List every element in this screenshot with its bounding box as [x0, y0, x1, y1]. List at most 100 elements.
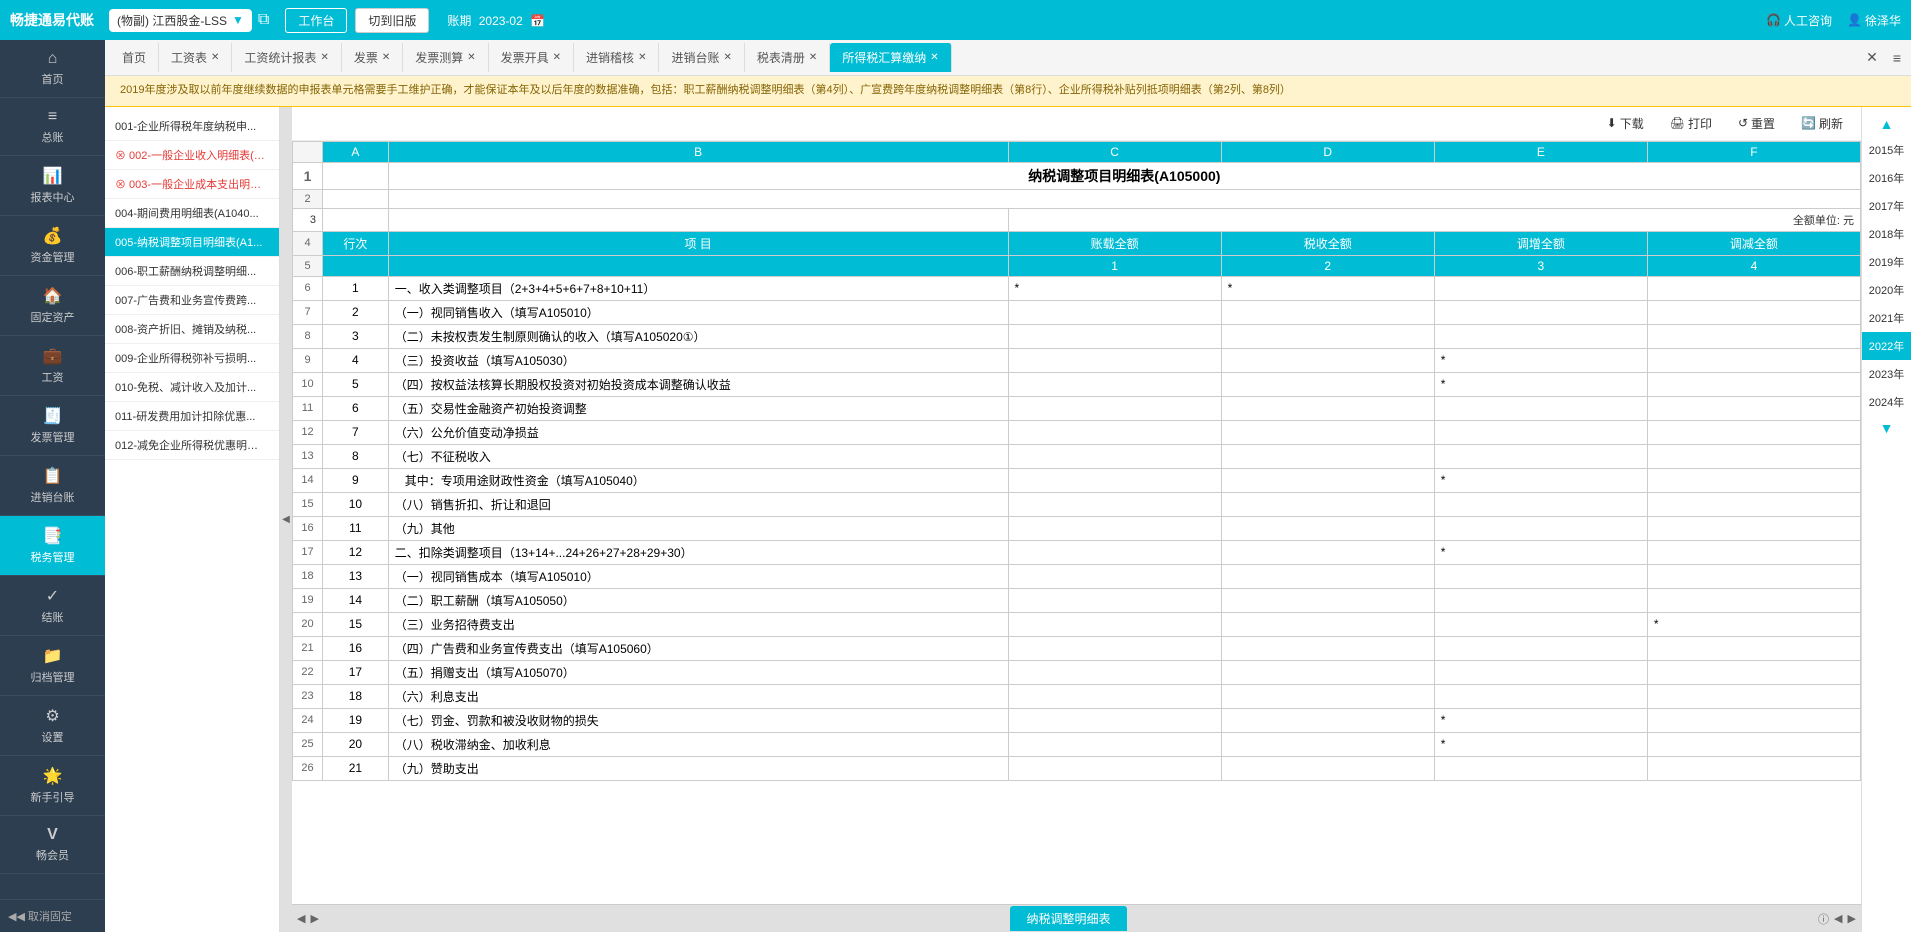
year-2022[interactable]: 2022年 — [1862, 332, 1911, 360]
cell-26d[interactable] — [1221, 756, 1434, 780]
cell-14b[interactable]: 其中：专项用途财政性资金（填写A105040） — [388, 468, 1008, 492]
cell-14c[interactable] — [1008, 468, 1221, 492]
cell-26f[interactable] — [1647, 756, 1860, 780]
cell-16c[interactable] — [1008, 516, 1221, 540]
sidebar-item-home[interactable]: ⌂ 首页 — [0, 40, 105, 98]
workbench-button[interactable]: 工作台 — [285, 8, 347, 33]
sidebar-item-invoice[interactable]: 🧾 发票管理 — [0, 396, 105, 456]
tab-purchase-ledger[interactable]: 进销台账 ✕ — [659, 43, 744, 72]
list-item-012[interactable]: 012-减免企业所得税优惠明细(... — [105, 431, 279, 460]
cell-6e[interactable] — [1434, 276, 1647, 300]
tab-close-invoice-issue[interactable]: ✕ — [553, 52, 561, 63]
list-item-001[interactable]: 001-企业所得税年度纳税申... — [105, 112, 279, 141]
tab-menu-icon[interactable]: ≡ — [1888, 48, 1906, 68]
sheet-nav-left[interactable]: ◀ — [1834, 912, 1842, 925]
cell-8e[interactable] — [1434, 324, 1647, 348]
sidebar-item-funds[interactable]: 💰 资金管理 — [0, 216, 105, 276]
tab-close-invoice[interactable]: ✕ — [382, 52, 390, 63]
cell-26b[interactable]: （九）赞助支出 — [388, 756, 1008, 780]
cell-6d[interactable]: * — [1221, 276, 1434, 300]
cell-14a[interactable]: 9 — [323, 468, 389, 492]
cell-21f[interactable] — [1647, 636, 1860, 660]
print-button[interactable]: 🖨 打印 — [1662, 112, 1720, 135]
tab-close-all-icon[interactable]: ✕ — [1861, 47, 1883, 68]
cell-6c[interactable]: * — [1008, 276, 1221, 300]
cell-9d[interactable] — [1221, 348, 1434, 372]
cell-22d[interactable] — [1221, 660, 1434, 684]
cell-20d[interactable] — [1221, 612, 1434, 636]
tab-home[interactable]: 首页 — [110, 43, 159, 72]
year-2023[interactable]: 2023年 — [1862, 360, 1911, 388]
cell-8f[interactable] — [1647, 324, 1860, 348]
cell-6f[interactable] — [1647, 276, 1860, 300]
cell-22e[interactable] — [1434, 660, 1647, 684]
list-item-003[interactable]: ⊗ 003-一般企业成本支出明细... — [105, 170, 279, 199]
cell-13d[interactable] — [1221, 444, 1434, 468]
cell-13b[interactable]: （七）不征税收入 — [388, 444, 1008, 468]
cell-6a[interactable]: 1 — [323, 276, 389, 300]
cell-18c[interactable] — [1008, 564, 1221, 588]
list-item-009[interactable]: 009-企业所得税弥补亏损明... — [105, 344, 279, 373]
cell-12d[interactable] — [1221, 420, 1434, 444]
reset-button[interactable]: ↺ 重置 — [1730, 112, 1783, 135]
cell-20e[interactable] — [1434, 612, 1647, 636]
cell-8a[interactable]: 3 — [323, 324, 389, 348]
cell-25b[interactable]: （八）税收滞纳金、加收利息 — [388, 732, 1008, 756]
cell-9f[interactable] — [1647, 348, 1860, 372]
cell-1a[interactable] — [323, 162, 389, 189]
cell-15e[interactable] — [1434, 492, 1647, 516]
cell-22c[interactable] — [1008, 660, 1221, 684]
sidebar-item-salary[interactable]: 💼 工资 — [0, 336, 105, 396]
cell-15a[interactable]: 10 — [323, 492, 389, 516]
cell-15d[interactable] — [1221, 492, 1434, 516]
cell-11a[interactable]: 6 — [323, 396, 389, 420]
cell-7a[interactable]: 2 — [323, 300, 389, 324]
sidebar-item-archive[interactable]: 📁 归档管理 — [0, 636, 105, 696]
cell-24f[interactable] — [1647, 708, 1860, 732]
cell-24b[interactable]: （七）罚金、罚款和被没收财物的损失 — [388, 708, 1008, 732]
sidebar-item-purchase-sales[interactable]: 📋 进销台账 — [0, 456, 105, 516]
cell-18f[interactable] — [1647, 564, 1860, 588]
cell-12a[interactable]: 7 — [323, 420, 389, 444]
tab-tax-table[interactable]: 税表清册 ✕ — [745, 43, 830, 72]
cell-10e[interactable]: * — [1434, 372, 1647, 396]
tab-purchase-verify[interactable]: 进销稽核 ✕ — [574, 43, 659, 72]
sheet-scroll-right[interactable]: ▶ — [310, 912, 318, 925]
list-item-008[interactable]: 008-资产折旧、摊销及纳税... — [105, 315, 279, 344]
tab-close-purchase-verify[interactable]: ✕ — [638, 52, 646, 63]
tab-close-income-tax[interactable]: ✕ — [930, 52, 938, 63]
year-2018[interactable]: 2018年 — [1862, 220, 1911, 248]
cell-23a[interactable]: 18 — [323, 684, 389, 708]
cell-3a[interactable] — [323, 208, 389, 231]
cell-17f[interactable] — [1647, 540, 1860, 564]
cell-24e[interactable]: * — [1434, 708, 1647, 732]
cell-9b[interactable]: （三）投资收益（填写A105030） — [388, 348, 1008, 372]
cell-2b[interactable] — [388, 189, 1860, 208]
cell-26a[interactable]: 21 — [323, 756, 389, 780]
cell-12b[interactable]: （六）公允价值变动净损益 — [388, 420, 1008, 444]
sidebar-item-reports[interactable]: 📊 报表中心 — [0, 156, 105, 216]
cell-14d[interactable] — [1221, 468, 1434, 492]
tab-close-salary-stats[interactable]: ✕ — [320, 52, 328, 63]
spreadsheet-wrapper[interactable]: A B C D E F 1 — [292, 141, 1861, 904]
cell-10d[interactable] — [1221, 372, 1434, 396]
list-item-002[interactable]: ⊗ 002-一般企业收入明细表(A1... — [105, 141, 279, 170]
sidebar-item-tax[interactable]: 📑 税务管理 — [0, 516, 105, 576]
cell-25c[interactable] — [1008, 732, 1221, 756]
cell-20a[interactable]: 15 — [323, 612, 389, 636]
tab-close-invoice-calc[interactable]: ✕ — [467, 52, 475, 63]
unfix-button[interactable]: ◀◀ 取消固定 — [0, 899, 105, 932]
year-2019[interactable]: 2019年 — [1862, 248, 1911, 276]
cell-3b[interactable] — [388, 208, 1008, 231]
cell-7f[interactable] — [1647, 300, 1860, 324]
cell-22b[interactable]: （五）捐赠支出（填写A105070） — [388, 660, 1008, 684]
cell-21e[interactable] — [1434, 636, 1647, 660]
cell-23b[interactable]: （六）利息支出 — [388, 684, 1008, 708]
user-menu[interactable]: 👤 徐泽华 — [1847, 12, 1901, 29]
tab-close-purchase-ledger[interactable]: ✕ — [723, 52, 731, 63]
list-item-006[interactable]: 006-职工薪酬纳税调整明细... — [105, 257, 279, 286]
list-item-011[interactable]: 011-研发费用加计扣除优惠... — [105, 402, 279, 431]
ai-consult-button[interactable]: 🎧 人工咨询 — [1766, 12, 1832, 29]
cell-21d[interactable] — [1221, 636, 1434, 660]
tab-invoice-calc[interactable]: 发票测算 ✕ — [403, 43, 488, 72]
